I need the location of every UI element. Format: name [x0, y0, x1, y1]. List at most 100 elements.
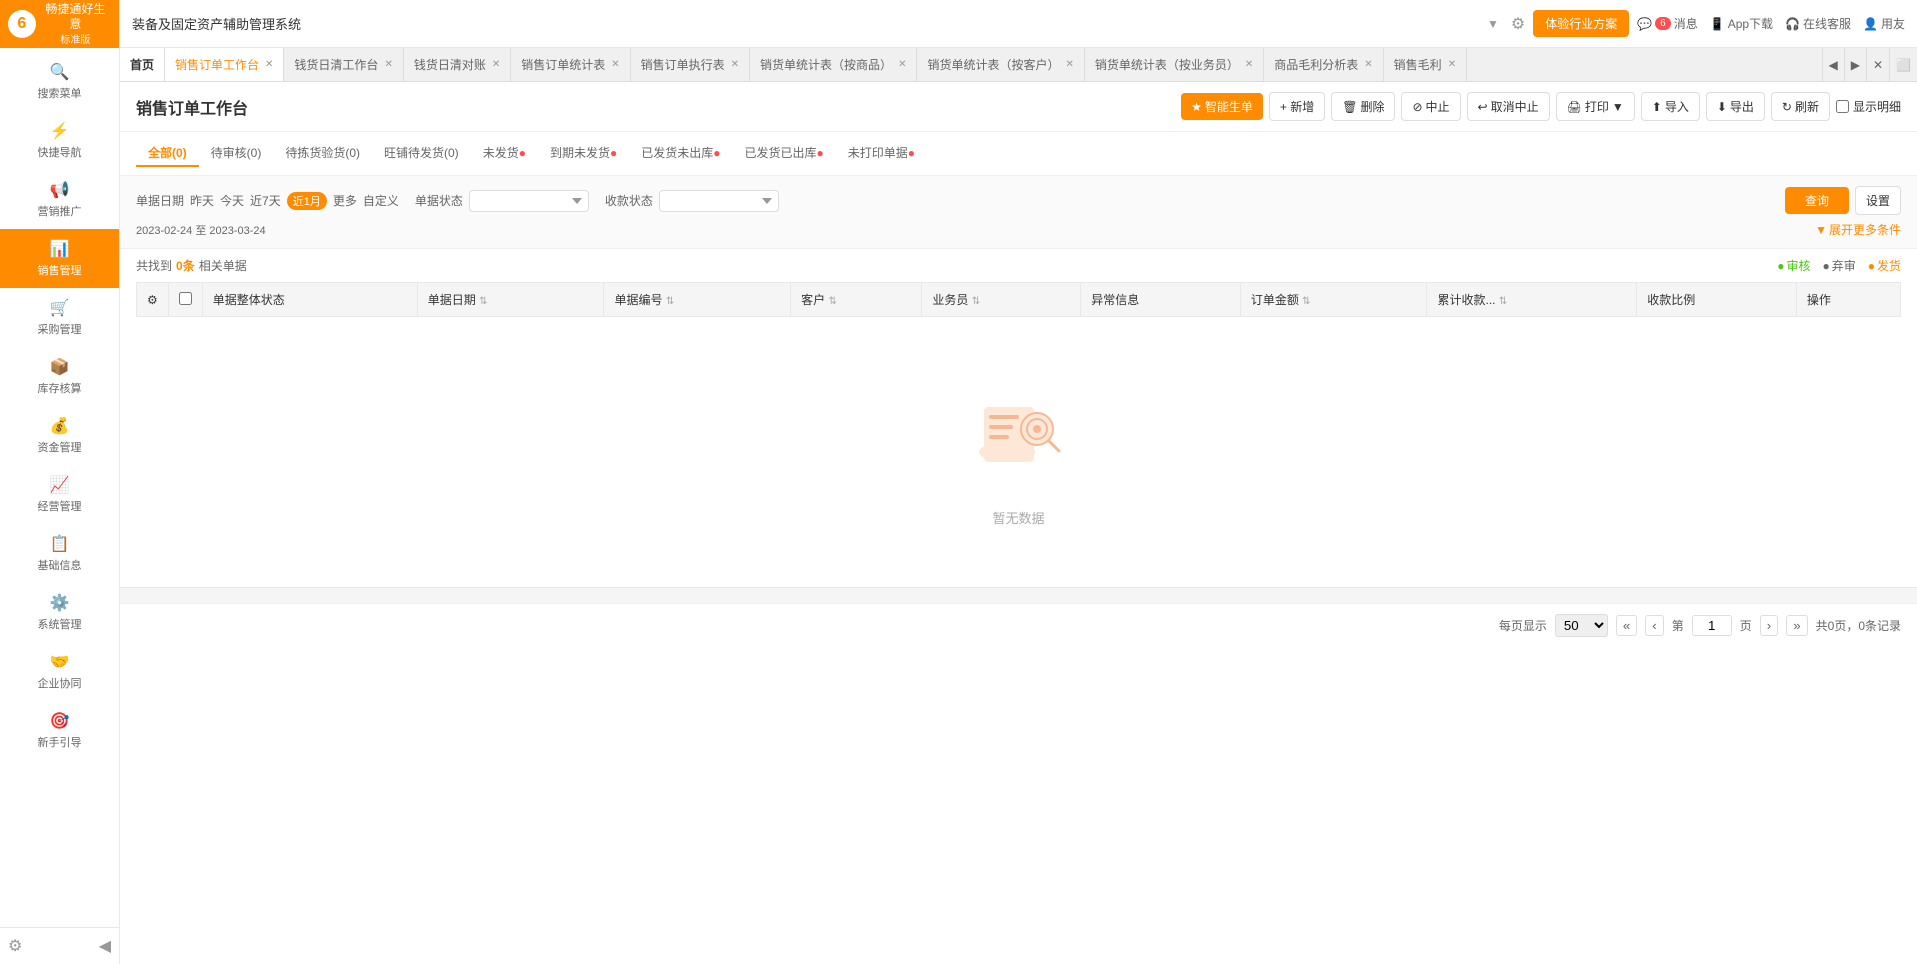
tab-nav-next[interactable]: ▶ [1844, 48, 1866, 82]
th-checkbox[interactable] [168, 283, 202, 317]
subtab-shipped-out[interactable]: 已发货已出库● [732, 140, 835, 167]
subtab-overdue[interactable]: 到期未发货● [538, 140, 629, 167]
date-1month[interactable]: 近1月 [287, 192, 327, 210]
sidebar-item-finance[interactable]: 💰 资金管理 [0, 406, 119, 465]
tab-sales-more[interactable]: 销售毛利 ✕ [1384, 48, 1467, 82]
sidebar-item-purchase[interactable]: 🛒 采购管理 [0, 288, 119, 347]
sidebar-item-enterprise[interactable]: 🤝 企业协同 [0, 642, 119, 701]
subtab-not-shipped[interactable]: 未发货● [471, 140, 538, 167]
tab-sales-summary-customer[interactable]: 销货单统计表（按客户） ✕ [917, 48, 1084, 82]
settings-gear-icon[interactable]: ⚙ [1511, 14, 1525, 34]
ship-action-link[interactable]: ● 发货 [1868, 257, 1901, 274]
stop-btn[interactable]: ⊘ 中止 [1401, 92, 1460, 121]
app-download-action[interactable]: 📱 App下载 [1710, 15, 1773, 32]
th-amount[interactable]: 订单金额 ⇅ [1240, 283, 1427, 317]
per-page-select[interactable]: 50 10 20 100 [1555, 614, 1608, 637]
tab-sales-stats-close[interactable]: ✕ [611, 59, 619, 70]
online-service-action[interactable]: 🎧 在线客服 [1785, 15, 1851, 32]
export-btn[interactable]: ⬇ 导出 [1706, 92, 1765, 121]
sort-number-icon[interactable]: ⇅ [666, 296, 674, 307]
sidebar-item-basic[interactable]: 📋 基础信息 [0, 524, 119, 583]
tab-nav-prev[interactable]: ◀ [1822, 48, 1844, 82]
print-btn[interactable]: 🖨 打印 ▼ [1556, 92, 1635, 121]
cancel-action-link[interactable]: ● 弃审 [1822, 257, 1855, 274]
tab-sales-workbench[interactable]: 销售订单工作台 ✕ [165, 48, 284, 82]
delete-btn[interactable]: 🗑 删除 [1331, 92, 1395, 121]
tab-sales-workbench-close[interactable]: ✕ [265, 59, 273, 70]
next-page-btn[interactable]: › [1760, 615, 1778, 636]
date-yesterday[interactable]: 昨天 [190, 192, 214, 209]
subtab-wangpu[interactable]: 旺铺待发货(0) [372, 140, 471, 167]
th-customer[interactable]: 客户 ⇅ [791, 283, 922, 317]
expand-btn[interactable]: ▼ 展开更多条件 [1815, 221, 1901, 238]
th-staff[interactable]: 业务员 ⇅ [922, 283, 1081, 317]
user-action[interactable]: 👤 用友 [1863, 15, 1905, 32]
tab-sales-summary-product[interactable]: 销货单统计表（按商品） ✕ [750, 48, 917, 82]
tab-sales-stats[interactable]: 销售订单统计表 ✕ [511, 48, 630, 82]
refresh-btn[interactable]: ↻ 刷新 [1771, 92, 1830, 121]
tab-sales-summary-staff[interactable]: 销货单统计表（按业务员） ✕ [1085, 48, 1264, 82]
tab-cash-account-close[interactable]: ✕ [492, 59, 500, 70]
sidebar-item-system[interactable]: ⚙️ 系统管理 [0, 583, 119, 642]
first-page-btn[interactable]: « [1616, 615, 1637, 636]
filter-status-select[interactable] [469, 190, 589, 212]
subtab-pending-review[interactable]: 待审核(0) [199, 140, 274, 167]
filter-settings-btn[interactable]: 设置 [1855, 186, 1901, 215]
sort-customer-icon[interactable]: ⇅ [829, 296, 837, 307]
h-scroll-area[interactable] [120, 587, 1917, 603]
subtab-pending-check[interactable]: 待拣货验货(0) [273, 140, 372, 167]
subtab-all[interactable]: 全部(0) [136, 140, 199, 167]
subtab-shipped-not-out[interactable]: 已发货未出库● [629, 140, 732, 167]
date-more[interactable]: 更多 [333, 192, 357, 209]
sort-collected-icon[interactable]: ⇅ [1499, 296, 1507, 307]
review-action-link[interactable]: ● 审核 [1777, 257, 1810, 274]
show-detail-checkbox-label[interactable]: 显示明细 [1836, 98, 1901, 115]
tab-summary-customer-close[interactable]: ✕ [1065, 59, 1073, 70]
sidebar-item-sales[interactable]: 📊 销售管理 [0, 229, 119, 288]
sort-amount-icon[interactable]: ⇅ [1302, 296, 1310, 307]
tab-sales-exec[interactable]: 销售订单执行表 ✕ [631, 48, 750, 82]
message-action[interactable]: 💬 6 消息 [1637, 15, 1698, 32]
sidebar-item-quick-nav[interactable]: ⚡ 快捷导航 [0, 111, 119, 170]
last-page-btn[interactable]: » [1786, 615, 1807, 636]
th-number[interactable]: 单据编号 ⇅ [604, 283, 791, 317]
prev-page-btn[interactable]: ‹ [1645, 615, 1663, 636]
sort-date-icon[interactable]: ⇅ [479, 296, 487, 307]
sidebar-item-marketing[interactable]: 📢 营销推广 [0, 170, 119, 229]
tab-maximize[interactable]: ⬜ [1889, 48, 1917, 82]
import-btn[interactable]: ⬆ 导入 [1641, 92, 1700, 121]
query-btn[interactable]: 查询 [1785, 187, 1849, 214]
tab-home[interactable]: 首页 [120, 48, 165, 82]
sidebar-item-operation[interactable]: 📈 经营管理 [0, 465, 119, 524]
sort-staff-icon[interactable]: ⇅ [972, 296, 980, 307]
th-settings[interactable]: ⚙ [137, 283, 169, 317]
date-7days[interactable]: 近7天 [250, 192, 281, 209]
sidebar-item-search[interactable]: 🔍 搜索菜单 [0, 52, 119, 111]
tab-cash-account[interactable]: 钱货日清对账 ✕ [404, 48, 511, 82]
new-btn[interactable]: + 新增 [1269, 92, 1325, 121]
date-custom[interactable]: 自定义 [363, 192, 399, 209]
cancel-stop-btn[interactable]: ↩ 取消中止 [1467, 92, 1550, 121]
filter-payment-select[interactable] [659, 190, 779, 212]
select-all-checkbox[interactable] [179, 292, 192, 305]
industry-btn[interactable]: 体验行业方案 [1533, 10, 1629, 37]
collapse-icon[interactable]: ◀ [99, 936, 111, 956]
smart-create-btn[interactable]: ★ 智能生单 [1181, 93, 1263, 120]
tab-summary-staff-close[interactable]: ✕ [1245, 59, 1253, 70]
tab-sales-more-close[interactable]: ✕ [1448, 59, 1456, 70]
tab-close-all[interactable]: ✕ [1866, 48, 1889, 82]
tab-product-margin[interactable]: 商品毛利分析表 ✕ [1264, 48, 1383, 82]
tab-product-margin-close[interactable]: ✕ [1364, 59, 1372, 70]
sidebar-item-inventory[interactable]: 📦 库存核算 [0, 347, 119, 406]
settings-icon[interactable]: ⚙ [8, 936, 22, 956]
sidebar-item-guide[interactable]: 🎯 新手引导 [0, 701, 119, 760]
show-detail-checkbox[interactable] [1836, 100, 1849, 113]
page-input[interactable] [1692, 615, 1732, 636]
tab-cash-daily-close[interactable]: ✕ [384, 59, 392, 70]
date-today[interactable]: 今天 [220, 192, 244, 209]
th-date[interactable]: 单据日期 ⇅ [417, 283, 604, 317]
tab-summary-product-close[interactable]: ✕ [898, 59, 906, 70]
subtab-not-printed[interactable]: 未打印单据● [836, 140, 927, 167]
dropdown-arrow-icon[interactable]: ▼ [1487, 17, 1499, 31]
tab-cash-daily[interactable]: 钱货日清工作台 ✕ [284, 48, 403, 82]
